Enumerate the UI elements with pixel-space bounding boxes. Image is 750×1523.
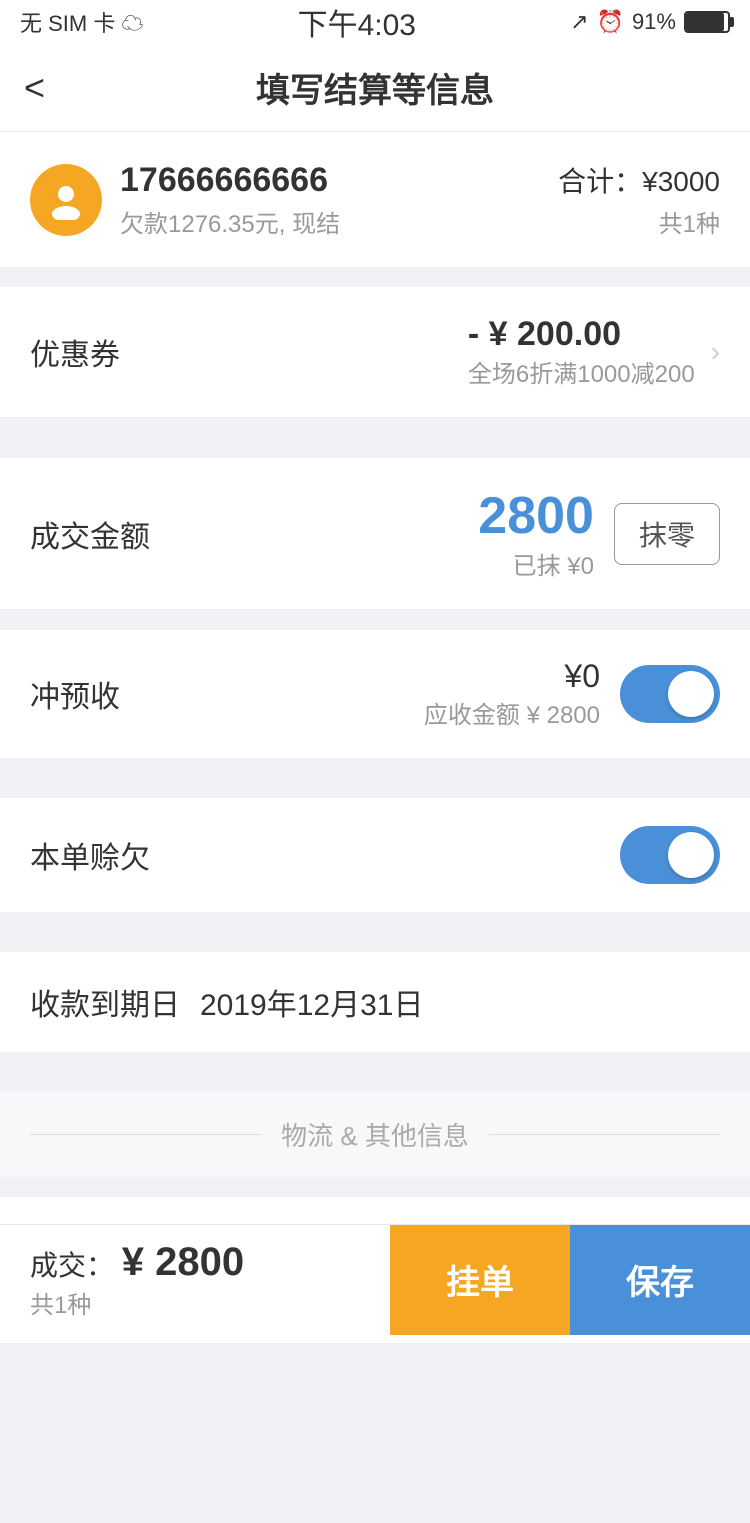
prepay-values: ¥0 应收金额 ¥ 2800: [424, 658, 600, 730]
logistics-divider: 物流 & 其他信息: [0, 1092, 750, 1177]
separator-3: [0, 778, 750, 798]
customer-right: 合计：¥3000 共1种: [558, 160, 720, 239]
due-date-value: 2019年12月31日: [200, 980, 423, 1024]
prepay-right: ¥0 应收金额 ¥ 2800: [424, 658, 720, 730]
battery-percent: 91%: [632, 9, 676, 35]
bottom-deal-label: 成交：: [30, 1250, 114, 1281]
sim-status: 无 SIM 卡 ☁: [20, 6, 143, 38]
coupon-right: - ¥ 200.00 全场6折满1000减200 ›: [468, 315, 720, 389]
status-bar: 无 SIM 卡 ☁ 下午4:03 ↗ ⏰ 91%: [0, 0, 750, 44]
deal-label: 成交金额: [30, 512, 150, 556]
bottom-summary: 成交： ¥ 2800 共1种: [0, 1240, 390, 1320]
deal-sub: 已抹 ¥0: [478, 546, 594, 581]
round-button[interactable]: 抹零: [614, 503, 720, 565]
separator-7: [0, 1363, 750, 1403]
coupon-label: 优惠券: [30, 330, 120, 374]
chevron-right-icon: ›: [711, 336, 720, 368]
avatar: [30, 164, 102, 236]
customer-phone: 17666666666: [120, 161, 340, 200]
prepay-toggle[interactable]: [620, 665, 720, 723]
separator-1: [0, 438, 750, 458]
bottom-bar: 成交： ¥ 2800 共1种 挂单 保存: [0, 1224, 750, 1334]
alarm-icon: ⏰: [597, 9, 624, 35]
customer-count: 共1种: [558, 204, 720, 239]
save-button[interactable]: 保存: [570, 1225, 750, 1335]
customer-left: 17666666666 欠款1276.35元, 现结: [30, 161, 340, 239]
bottom-deal-row: 成交： ¥ 2800: [30, 1240, 360, 1285]
deal-value: 2800: [478, 486, 594, 546]
prepay-amount: ¥0: [424, 658, 600, 695]
prepay-label: 冲预收: [30, 672, 120, 716]
customer-info: 17666666666 欠款1276.35元, 现结: [120, 161, 340, 239]
status-right: ↗ ⏰ 91%: [570, 9, 730, 35]
prepay-sub: 应收金额 ¥ 2800: [424, 695, 600, 730]
divider-line-left: [30, 1134, 261, 1135]
due-date-label: 收款到期日: [30, 980, 180, 1024]
status-time: 下午4:03: [298, 0, 416, 44]
due-date-row[interactable]: 收款到期日 2019年12月31日: [0, 952, 750, 1052]
deal-row: 成交金额 2800 已抹 ¥0 抹零: [0, 458, 750, 610]
page-title: 填写结算等信息: [256, 63, 494, 112]
separator-2: [0, 610, 750, 630]
divider-line-right: [489, 1134, 720, 1135]
deal-section: 成交金额 2800 已抹 ¥0 抹零 冲预收 ¥0 应收金额 ¥ 2800: [0, 458, 750, 758]
pending-button[interactable]: 挂单: [390, 1225, 570, 1335]
bottom-count: 共1种: [30, 1285, 360, 1320]
customer-sub: 欠款1276.35元, 现结: [120, 204, 340, 239]
owing-row: 本单赊欠: [0, 798, 750, 912]
customer-row: 17666666666 欠款1276.35元, 现结 合计：¥3000 共1种: [0, 132, 750, 267]
total-label: 合计：¥3000: [558, 160, 720, 200]
separator-4: [0, 932, 750, 952]
coupon-value: - ¥ 200.00: [468, 315, 695, 354]
owing-label: 本单赊欠: [30, 833, 150, 877]
total-value: ¥3000: [642, 166, 720, 197]
coupon-row[interactable]: 优惠券 - ¥ 200.00 全场6折满1000减200 ›: [0, 287, 750, 418]
owing-toggle[interactable]: [620, 826, 720, 884]
battery-icon: [684, 11, 730, 33]
bottom-amount: ¥ 2800: [122, 1240, 244, 1284]
coupon-section: 优惠券 - ¥ 200.00 全场6折满1000减200 ›: [0, 287, 750, 418]
prepay-row: 冲预收 ¥0 应收金额 ¥ 2800: [0, 630, 750, 758]
nav-bar: < 填写结算等信息: [0, 44, 750, 132]
location-icon: ↗: [570, 9, 588, 35]
separator-6: [0, 1177, 750, 1197]
status-left: 无 SIM 卡 ☁: [20, 6, 143, 38]
coupon-sub: 全场6折满1000减200: [468, 354, 695, 389]
logistics-label: 物流 & 其他信息: [281, 1116, 469, 1153]
owing-section: 本单赊欠: [0, 798, 750, 912]
due-date-section: 收款到期日 2019年12月31日: [0, 952, 750, 1052]
deal-right: 2800 已抹 ¥0 抹零: [478, 486, 720, 581]
separator-5: [0, 1072, 750, 1092]
back-button[interactable]: <: [24, 67, 45, 109]
total-label-text: 合计：: [558, 166, 642, 197]
